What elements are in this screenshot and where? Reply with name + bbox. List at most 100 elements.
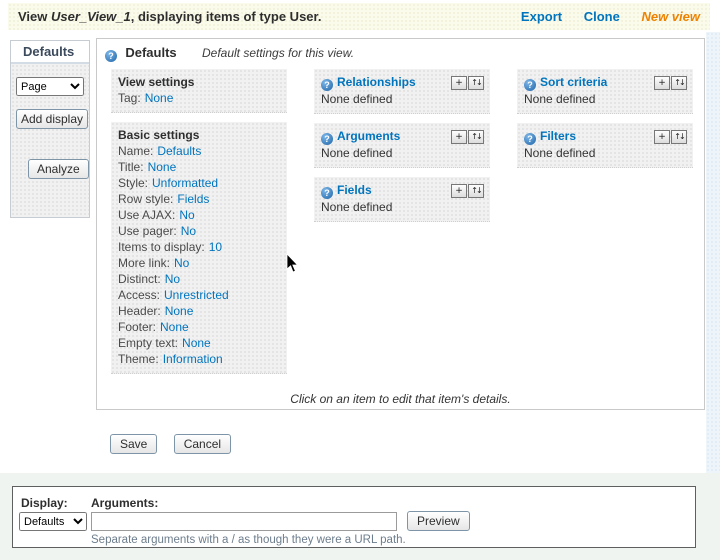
setting-label: Row style:: [118, 192, 174, 206]
arguments-help-text: Separate arguments with a / as though th…: [91, 534, 406, 546]
setting-value-link[interactable]: None: [148, 160, 177, 174]
display-heading-description: Default settings for this view.: [201, 46, 355, 60]
rearrange-sorts-button[interactable]: ↑↓: [671, 75, 687, 90]
topbar-links: Export Clone New view: [503, 3, 700, 30]
setting-row: Tag: None: [118, 90, 280, 106]
edit-hint-text: Click on an item to edit that item's det…: [290, 392, 511, 406]
basic-settings-panel: Basic settings Name: Defaults Title: None …: [111, 122, 287, 374]
setting-value-link[interactable]: Defaults: [157, 144, 201, 158]
setting-row: Row style: Fields: [118, 191, 280, 207]
add-filter-button[interactable]: +: [654, 129, 670, 144]
arguments-title-link[interactable]: Arguments: [337, 129, 400, 143]
fields-empty-text: None defined: [321, 200, 393, 214]
fields-panel: ? Fields + ↑↓ None defined: [314, 177, 490, 222]
setting-value-link[interactable]: No: [181, 224, 196, 238]
add-field-button[interactable]: +: [451, 183, 467, 198]
fields-title-link[interactable]: Fields: [337, 183, 372, 197]
help-icon[interactable]: ?: [524, 133, 536, 145]
setting-label: Name:: [118, 144, 154, 158]
preview-button[interactable]: Preview: [407, 511, 470, 531]
rearrange-fields-button[interactable]: ↑↓: [468, 183, 484, 198]
help-icon[interactable]: ?: [524, 79, 536, 91]
analyze-button[interactable]: Analyze: [28, 159, 89, 179]
setting-value-link[interactable]: None: [160, 320, 189, 334]
setting-value-link[interactable]: No: [165, 272, 180, 286]
basic-settings-title: Basic settings: [118, 128, 200, 142]
help-icon[interactable]: ?: [105, 50, 117, 62]
column-3: ? Sort criteria + ↑↓ None defined ? Filters…: [517, 69, 693, 383]
setting-label: Use AJAX:: [118, 208, 176, 222]
view-settings-title: View settings: [118, 75, 195, 89]
setting-label: Access:: [118, 288, 161, 302]
sort-criteria-title-link[interactable]: Sort criteria: [540, 75, 607, 89]
page-title: View User_View_1, displaying items of ty…: [18, 9, 322, 24]
setting-row: Header: None: [118, 303, 280, 319]
setting-value-link[interactable]: Information: [163, 352, 223, 366]
display-label: Display:: [21, 496, 68, 510]
save-button[interactable]: Save: [110, 434, 158, 454]
setting-value-link[interactable]: 10: [209, 240, 222, 254]
topbar-link[interactable]: New view: [641, 9, 700, 24]
preview-display-select[interactable]: Defaults: [19, 512, 87, 531]
setting-value-link[interactable]: No: [174, 256, 189, 270]
setting-row: Empty text: None: [118, 335, 280, 351]
topbar-link[interactable]: Clone: [584, 9, 620, 24]
setting-row: Items to display: 10: [118, 239, 280, 255]
setting-value-link[interactable]: None: [182, 336, 211, 350]
setting-value-link[interactable]: None: [165, 304, 194, 318]
setting-row: Use pager: No: [118, 223, 280, 239]
setting-row: Access: Unrestricted: [118, 287, 280, 303]
filters-panel: ? Filters + ↑↓ None defined: [517, 123, 693, 168]
rearrange-relationships-button[interactable]: ↑↓: [468, 75, 484, 90]
rearrange-icon: ↑↓: [471, 77, 482, 87]
setting-row: More link: No: [118, 255, 280, 271]
setting-row: Style: Unformatted: [118, 175, 280, 191]
add-relationship-button[interactable]: +: [451, 75, 467, 90]
rearrange-icon: ↑↓: [471, 131, 482, 141]
display-sidebar: Defaults Page Add display Analyze: [10, 40, 90, 218]
views-ui-page: Export Clone New view View User_View_1, …: [0, 0, 720, 560]
view-editor-workspace: ? Defaults Default settings for this vie…: [96, 38, 705, 410]
add-argument-button[interactable]: +: [451, 129, 467, 144]
setting-row: Name: Defaults: [118, 143, 280, 159]
view-settings-rows: Tag: None: [118, 90, 280, 106]
setting-value-link[interactable]: No: [179, 208, 194, 222]
help-icon[interactable]: ?: [321, 187, 333, 199]
add-display-button[interactable]: Add display: [16, 109, 88, 129]
workspace-header: ? Defaults Default settings for this vie…: [97, 39, 704, 69]
form-actions: Save Cancel: [110, 434, 244, 454]
add-sort-button[interactable]: +: [654, 75, 670, 90]
rearrange-icon: ↑↓: [471, 185, 482, 195]
setting-label: Items to display:: [118, 240, 205, 254]
basic-settings-rows: Name: Defaults Title: None Style: Unformatt…: [118, 143, 280, 367]
display-type-select[interactable]: Page: [16, 77, 84, 96]
setting-value-link[interactable]: Fields: [177, 192, 209, 206]
topbar-link[interactable]: Export: [521, 9, 562, 24]
setting-label: Footer:: [118, 320, 157, 334]
setting-label: Theme:: [118, 352, 159, 366]
relationships-title-link[interactable]: Relationships: [337, 75, 416, 89]
filters-title-link[interactable]: Filters: [540, 129, 576, 143]
setting-row: Title: None: [118, 159, 280, 175]
setting-value-link[interactable]: Unrestricted: [164, 288, 229, 302]
rearrange-filters-button[interactable]: ↑↓: [671, 129, 687, 144]
setting-label: More link:: [118, 256, 171, 270]
help-icon[interactable]: ?: [321, 133, 333, 145]
tab-defaults[interactable]: Defaults: [11, 41, 89, 64]
setting-row: Theme: Information: [118, 351, 280, 367]
setting-label: Empty text:: [118, 336, 179, 350]
settings-columns: View settings Tag: None Basic settings Na…: [111, 69, 693, 383]
setting-row: Distinct: No: [118, 271, 280, 287]
filters-empty-text: None defined: [524, 146, 596, 160]
cancel-button[interactable]: Cancel: [173, 434, 232, 454]
rearrange-icon: ↑↓: [674, 77, 685, 87]
rearrange-arguments-button[interactable]: ↑↓: [468, 129, 484, 144]
relationships-panel: ? Relationships + ↑↓ None defined: [314, 69, 490, 114]
page-background-strip: [706, 32, 720, 473]
preview-area: Display: Defaults Arguments: Preview Sep…: [0, 473, 720, 560]
arguments-input[interactable]: [91, 512, 397, 531]
setting-value-link[interactable]: None: [145, 91, 174, 105]
help-icon[interactable]: ?: [321, 79, 333, 91]
setting-label: Title:: [118, 160, 144, 174]
setting-value-link[interactable]: Unformatted: [152, 176, 218, 190]
